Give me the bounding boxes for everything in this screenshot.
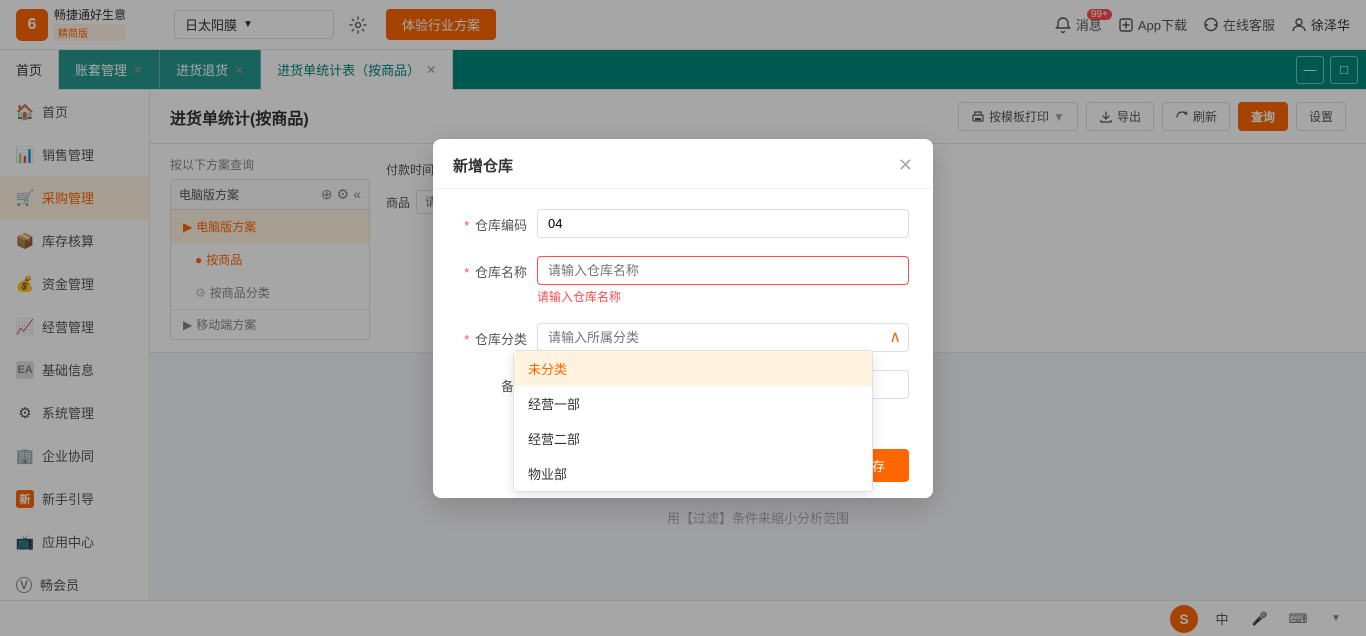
required-star-2: * xyxy=(464,265,469,280)
required-star-1: * xyxy=(464,218,469,233)
name-input[interactable] xyxy=(537,256,909,285)
dropdown-dept1-label: 经营一部 xyxy=(528,397,580,412)
code-input[interactable] xyxy=(537,209,909,238)
dialog-title: 新增仓库 xyxy=(453,155,513,176)
code-control xyxy=(537,209,909,238)
category-input[interactable] xyxy=(537,323,909,352)
dropdown-unclassified-label: 未分类 xyxy=(528,362,567,377)
code-label: * 仓库编码 xyxy=(457,209,537,234)
name-error-message: 请输入仓库名称 xyxy=(537,288,909,305)
form-row-code: * 仓库编码 xyxy=(457,209,909,238)
dropdown-item-dept1[interactable]: 经营一部 xyxy=(514,386,872,421)
form-row-name: * 仓库名称 请输入仓库名称 xyxy=(457,256,909,305)
form-row-category: * 仓库分类 ∧ xyxy=(457,323,909,352)
dropdown-dept3-label: 物业部 xyxy=(528,467,567,482)
dropdown-item-dept2[interactable]: 经营二部 xyxy=(514,421,872,456)
dropdown-item-dept3[interactable]: 物业部 xyxy=(514,456,872,491)
name-control: 请输入仓库名称 xyxy=(537,256,909,305)
category-label: * 仓库分类 xyxy=(457,323,537,348)
dropdown-item-unclassified[interactable]: 未分类 xyxy=(514,351,872,386)
category-select-wrapper: ∧ xyxy=(537,323,909,352)
dialog-close-button[interactable]: ✕ xyxy=(898,155,913,176)
dialog-header: 新增仓库 ✕ xyxy=(433,139,933,189)
name-label: * 仓库名称 xyxy=(457,256,537,281)
category-dropdown-list: 未分类 经营一部 经营二部 物业部 xyxy=(513,350,873,492)
required-star-3: * xyxy=(464,332,469,347)
modal-overlay: 新增仓库 ✕ * 仓库编码 * 仓库名称 xyxy=(0,0,1366,636)
dropdown-dept2-label: 经营二部 xyxy=(528,432,580,447)
category-control: ∧ xyxy=(537,323,909,352)
